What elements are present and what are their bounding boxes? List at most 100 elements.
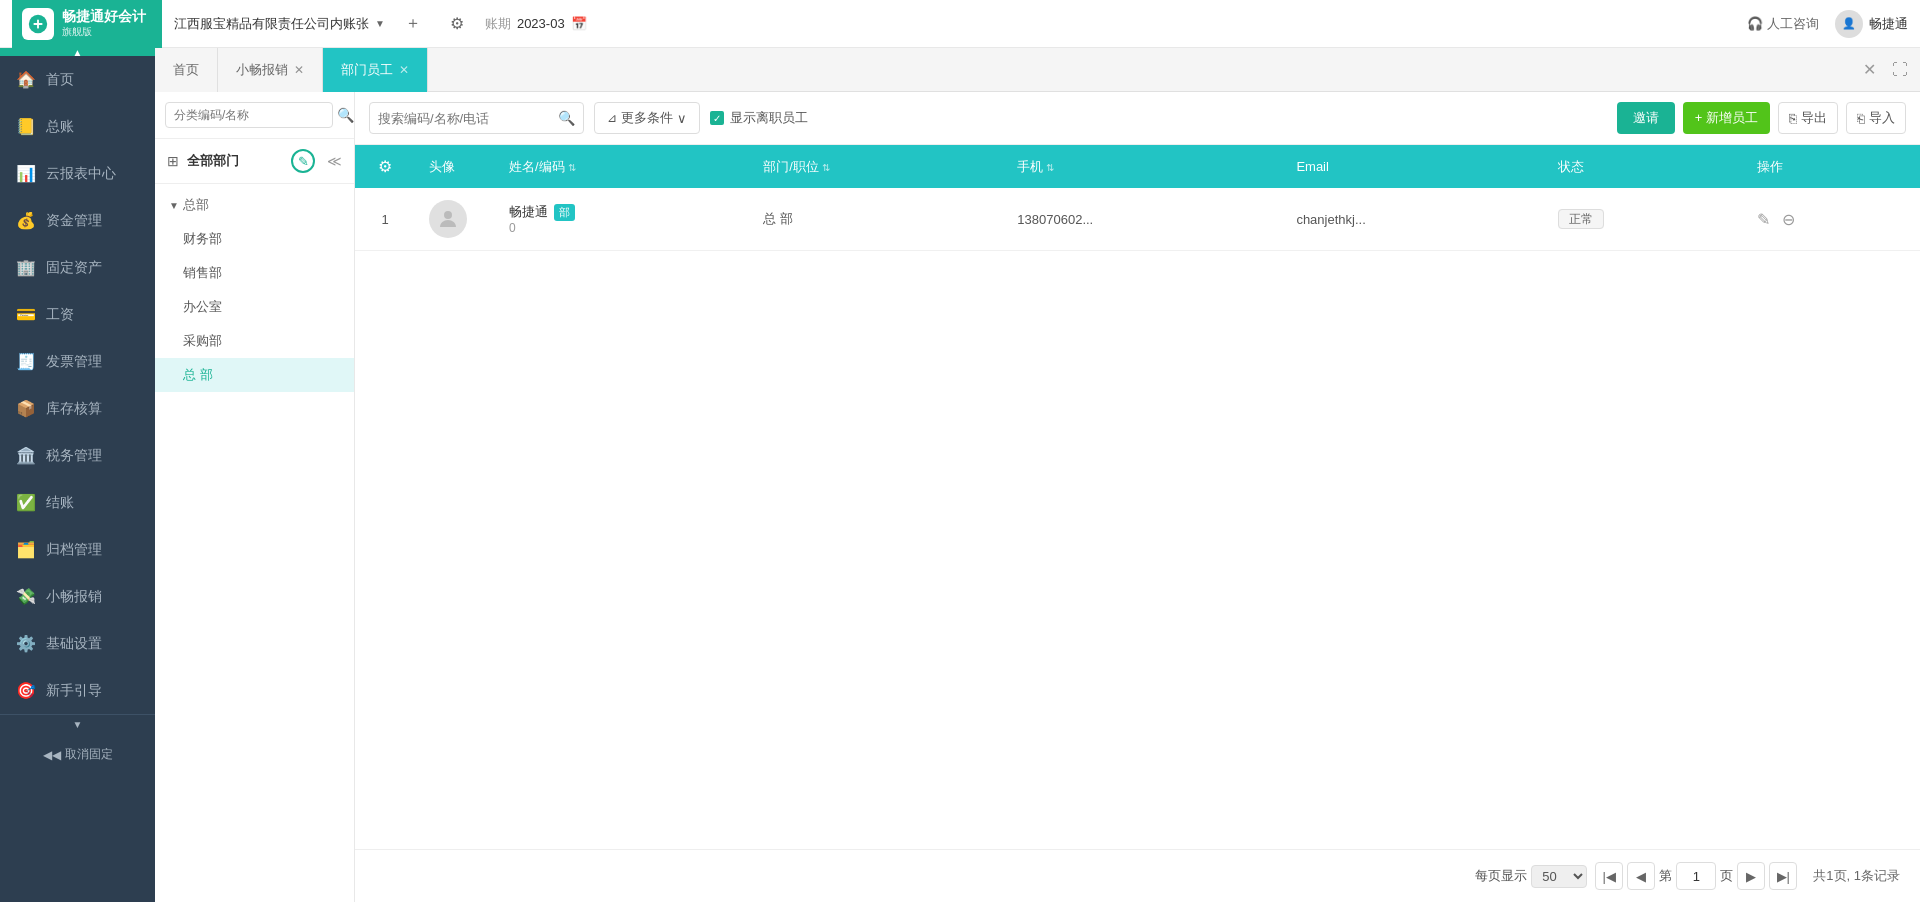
sidebar-item-inventory[interactable]: 📦 库存核算	[0, 385, 155, 432]
user-name: 畅捷通	[1869, 15, 1908, 33]
funds-icon: 💰	[16, 211, 36, 230]
user-info[interactable]: 👤 畅捷通	[1835, 10, 1908, 38]
sidebar-item-assets[interactable]: 🏢 固定资产	[0, 244, 155, 291]
account-period-label: 账期	[485, 15, 511, 33]
close-tab-icon[interactable]: ✕	[1859, 56, 1880, 83]
logo-icon	[22, 8, 54, 40]
sidebar-item-closing[interactable]: ✅ 结账	[0, 479, 155, 526]
row-email-cell: chanjethkj...	[1282, 188, 1544, 251]
import-icon: ⎗	[1857, 111, 1865, 126]
sidebar-item-invoice[interactable]: 🧾 发票管理	[0, 338, 155, 385]
row-name-cell: 畅捷通 部 0	[495, 188, 749, 251]
tab-expense-close-icon[interactable]: ✕	[294, 63, 304, 77]
help-button[interactable]: 🎧 人工咨询	[1747, 15, 1819, 33]
more-filter-button[interactable]: ⊿ 更多条件 ∨	[594, 102, 700, 134]
table-settings-icon[interactable]: ⚙	[378, 158, 392, 175]
dept-item-general[interactable]: 总 部	[155, 358, 354, 392]
top-right: 🎧 人工咨询 👤 畅捷通	[1747, 10, 1908, 38]
sidebar-item-ledger[interactable]: 📒 总账	[0, 103, 155, 150]
row-avatar-cell	[415, 188, 495, 251]
sidebar-scroll-up[interactable]: ▲	[0, 48, 155, 56]
dept-search-icon[interactable]: 🔍	[337, 107, 354, 123]
sidebar-item-label: 税务管理	[46, 447, 102, 465]
sidebar-item-salary[interactable]: 💳 工资	[0, 291, 155, 338]
name-code-block: 畅捷通 部 0	[509, 203, 575, 235]
action-buttons: ✎ ⊖	[1757, 210, 1906, 229]
sidebar-item-funds[interactable]: 💰 资金管理	[0, 197, 155, 244]
page-number-input[interactable]	[1676, 862, 1716, 890]
employee-search-icon[interactable]: 🔍	[550, 110, 583, 126]
page-nav: |◀ ◀ 第 页 ▶ ▶|	[1595, 862, 1797, 890]
per-page-select[interactable]: 50 20 100	[1531, 865, 1587, 888]
sidebar-item-label: 库存核算	[46, 400, 102, 418]
check-icon: ✓	[713, 113, 721, 124]
sidebar-item-label: 云报表中心	[46, 165, 116, 183]
sort-dept-icon[interactable]: ⇅	[822, 162, 830, 173]
help-label: 人工咨询	[1767, 15, 1819, 33]
dept-edit-button[interactable]: ✎	[291, 149, 315, 173]
add-company-button[interactable]: ＋	[397, 8, 429, 40]
sidebar-item-label: 发票管理	[46, 353, 102, 371]
inventory-icon: 📦	[16, 399, 36, 418]
sidebar-item-settings[interactable]: ⚙️ 基础设置	[0, 620, 155, 667]
dept-item-purchase[interactable]: 采购部	[155, 324, 354, 358]
last-page-button[interactable]: ▶|	[1769, 862, 1797, 890]
dept-item-office[interactable]: 办公室	[155, 290, 354, 324]
expand-arrow-icon: ▼	[169, 200, 179, 211]
sidebar-item-archive[interactable]: 🗂️ 归档管理	[0, 526, 155, 573]
logout-icon[interactable]: ⊖	[1782, 210, 1795, 229]
import-button[interactable]: ⎗ 导入	[1846, 102, 1906, 134]
all-dept-label: 全部部门	[187, 152, 239, 170]
scroll-down-icon[interactable]: ▼	[73, 719, 83, 730]
tab-employees-label: 部门员工	[341, 61, 393, 79]
employee-email: chanjethkj...	[1296, 212, 1365, 227]
sidebar-item-guide[interactable]: 🎯 新手引导	[0, 667, 155, 714]
employee-avatar	[429, 200, 467, 238]
sidebar-item-label: 工资	[46, 306, 74, 324]
settings-icon[interactable]: ⚙	[441, 8, 473, 40]
expense-icon: 💸	[16, 587, 36, 606]
invite-button[interactable]: 邀请	[1617, 102, 1675, 134]
dept-item-sales[interactable]: 销售部	[155, 256, 354, 290]
tab-expense-label: 小畅报销	[236, 61, 288, 79]
show-resigned-checkbox-label[interactable]: ✓ 显示离职员工	[710, 109, 808, 127]
ledger-icon: 📒	[16, 117, 36, 136]
sort-name-icon[interactable]: ⇅	[568, 162, 576, 173]
sidebar-item-reports[interactable]: 📊 云报表中心	[0, 150, 155, 197]
tab-expense[interactable]: 小畅报销 ✕	[218, 48, 323, 92]
employee-search-input[interactable]	[370, 111, 550, 126]
name-row: 畅捷通 部	[509, 203, 575, 221]
sidebar-item-tax[interactable]: 🏛️ 税务管理	[0, 432, 155, 479]
sort-phone-icon[interactable]: ⇅	[1046, 162, 1054, 173]
dept-tree: ▼ 总部 财务部 销售部 办公室 采购部 总 部	[155, 184, 354, 396]
tab-employees-close-icon[interactable]: ✕	[399, 63, 409, 77]
next-page-button[interactable]: ▶	[1737, 862, 1765, 890]
employee-code: 0	[509, 221, 575, 235]
maximize-icon[interactable]: ⛶	[1888, 57, 1912, 83]
add-employee-button[interactable]: + 新增员工	[1683, 102, 1770, 134]
company-selector[interactable]: 江西服宝精品有限责任公司内账张 ▼	[174, 15, 385, 33]
show-resigned-checkbox[interactable]: ✓	[710, 111, 724, 125]
prev-page-button[interactable]: ◀	[1627, 862, 1655, 890]
cancel-fixed-button[interactable]: ◀◀ 取消固定	[0, 734, 155, 775]
first-page-button[interactable]: |◀	[1595, 862, 1623, 890]
sidebar-item-home[interactable]: 🏠 首页	[0, 56, 155, 103]
sidebar-item-expense[interactable]: 💸 小畅报销	[0, 573, 155, 620]
export-button[interactable]: ⎘ 导出	[1778, 102, 1838, 134]
user-avatar: 👤	[1835, 10, 1863, 38]
page-label: 页	[1720, 867, 1733, 885]
sidebar-item-label: 总账	[46, 118, 74, 136]
dept-search-input[interactable]	[165, 102, 333, 128]
employee-name: 畅捷通	[509, 203, 548, 221]
dept-item-finance[interactable]: 财务部	[155, 222, 354, 256]
calendar-icon[interactable]: 📅	[571, 16, 587, 31]
closing-icon: ✅	[16, 493, 36, 512]
dept-group-total: ▼ 总部	[155, 188, 354, 222]
dept-collapse-icon[interactable]: ≪	[327, 153, 342, 169]
tab-home[interactable]: 首页	[155, 48, 218, 92]
table-row: 1	[355, 188, 1920, 251]
tab-employees[interactable]: 部门员工 ✕	[323, 48, 428, 92]
pagination: 每页显示 50 20 100 |◀ ◀ 第 页 ▶	[355, 849, 1920, 902]
sidebar-item-label: 新手引导	[46, 682, 102, 700]
edit-icon[interactable]: ✎	[1757, 210, 1770, 229]
